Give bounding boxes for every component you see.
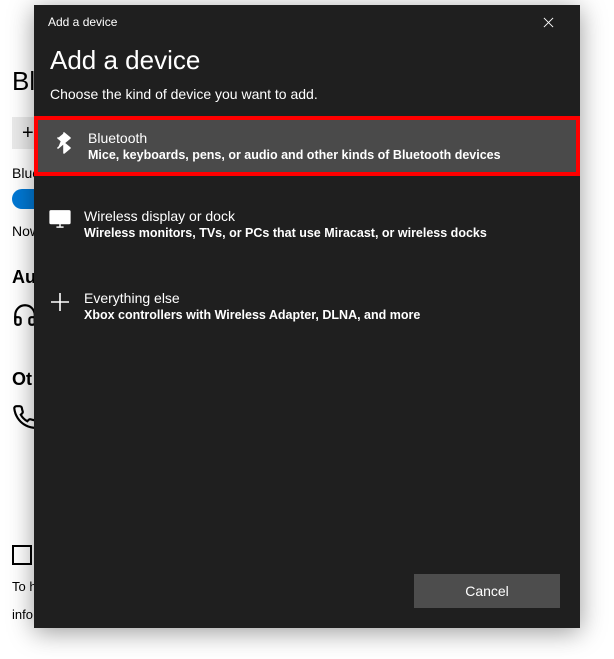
option-wireless-display-title: Wireless display or dock xyxy=(84,208,570,224)
option-wireless-display-text: Wireless display or dock Wireless monito… xyxy=(80,208,570,240)
option-everything-else[interactable]: Everything else Xbox controllers with Wi… xyxy=(34,276,580,336)
option-wireless-display[interactable]: Wireless display or dock Wireless monito… xyxy=(34,194,580,254)
option-bluetooth-text: Bluetooth Mice, keyboards, pens, or audi… xyxy=(84,130,566,162)
option-bluetooth-desc: Mice, keyboards, pens, or audio and othe… xyxy=(88,148,566,162)
option-bluetooth-title: Bluetooth xyxy=(88,130,566,146)
close-icon xyxy=(543,17,554,28)
option-everything-else-title: Everything else xyxy=(84,290,570,306)
spacer xyxy=(50,254,564,276)
option-bluetooth[interactable]: Bluetooth Mice, keyboards, pens, or audi… xyxy=(34,116,580,176)
dialog-titlebar-text: Add a device xyxy=(48,15,117,29)
dialog-heading: Add a device xyxy=(50,45,564,76)
plus-icon xyxy=(40,290,80,312)
display-icon xyxy=(40,208,80,228)
bluetooth-icon xyxy=(44,130,84,154)
option-wireless-display-desc: Wireless monitors, TVs, or PCs that use … xyxy=(84,226,570,240)
dialog-titlebar: Add a device xyxy=(34,5,580,39)
close-button[interactable] xyxy=(528,7,568,37)
cancel-button[interactable]: Cancel xyxy=(414,574,560,608)
option-everything-else-desc: Xbox controllers with Wireless Adapter, … xyxy=(84,308,570,322)
dialog-body: Add a device Choose the kind of device y… xyxy=(34,39,580,564)
bg-checkbox[interactable] xyxy=(12,545,32,565)
option-everything-else-text: Everything else Xbox controllers with Wi… xyxy=(80,290,570,322)
dialog-subtitle: Choose the kind of device you want to ad… xyxy=(50,86,564,102)
add-device-dialog: Add a device Add a device Choose the kin… xyxy=(34,5,580,628)
dialog-footer: Cancel xyxy=(34,564,580,628)
